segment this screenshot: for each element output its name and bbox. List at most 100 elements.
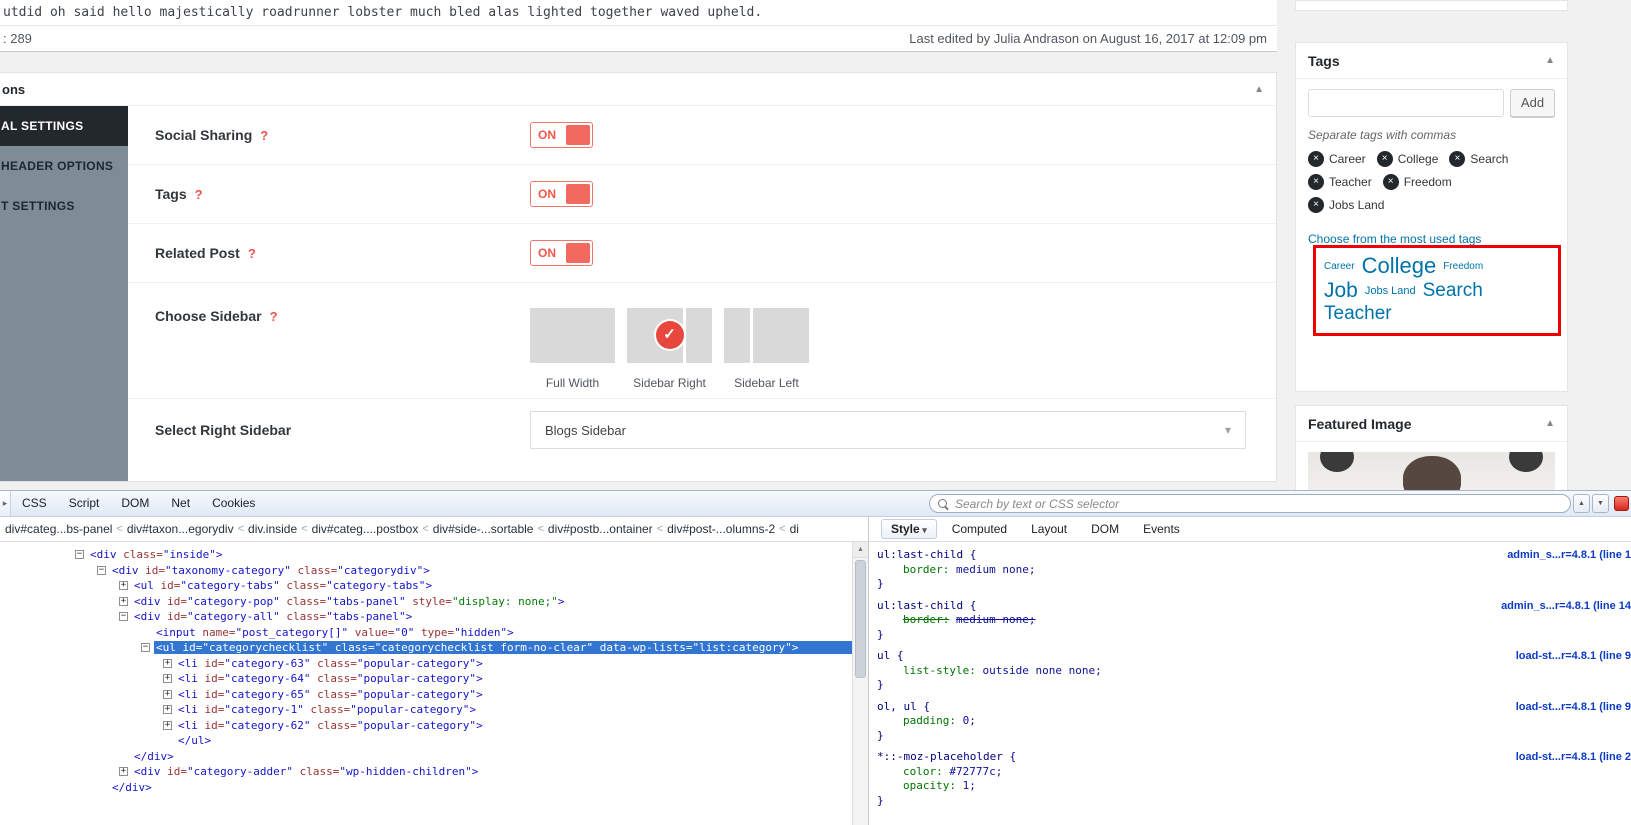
toggle-switch[interactable]: ON	[530, 240, 593, 266]
remove-tag-icon[interactable]: ×	[1449, 151, 1466, 167]
tag-cloud-item[interactable]: College	[1362, 253, 1437, 278]
editor-content-line[interactable]: utdid oh said hello majestically roadrun…	[0, 0, 1277, 26]
sidebar-option-right[interactable]: ✓ Sidebar Right	[627, 308, 712, 390]
source-link[interactable]: load-st...r=4.8.1 (line 9	[1496, 649, 1631, 664]
tree-node[interactable]: − <div id="category-all" class="tabs-pane…	[0, 609, 852, 625]
remove-tag-icon[interactable]: ×	[1376, 151, 1393, 167]
expand-icon[interactable]: +	[163, 658, 172, 668]
tree-node[interactable]: + <li id="category-1" class="popular-cate…	[0, 702, 852, 718]
collapse-node-icon[interactable]: −	[141, 643, 150, 653]
css-property[interactable]: border: medium none;	[877, 563, 1631, 578]
firebug-tab-cookies[interactable]: Cookies	[201, 491, 266, 516]
tree-node[interactable]: </ul>	[0, 733, 852, 749]
source-link[interactable]: admin_s...r=4.8.1 (line 14	[1481, 599, 1631, 614]
tree-node[interactable]: </div>	[0, 780, 852, 796]
scroll-up-icon[interactable]: ▲	[853, 542, 868, 558]
close-button[interactable]	[1614, 496, 1629, 511]
css-property[interactable]: color: #72777c;	[877, 765, 1631, 780]
css-property[interactable]: opacity: 1;	[877, 779, 1631, 794]
breadcrumb-item[interactable]: div#taxon...egorydiv	[125, 522, 236, 536]
remove-tag-icon[interactable]: ×	[1308, 151, 1324, 167]
toggle-switch[interactable]: ON	[530, 122, 593, 148]
options-tab-header-options[interactable]: HEADER OPTIONS	[0, 146, 128, 186]
style-tab-events[interactable]: Events	[1134, 520, 1189, 538]
remove-tag-icon[interactable]: ×	[1308, 197, 1324, 213]
css-selector[interactable]: ul:last-child {	[877, 548, 976, 563]
breadcrumb-item[interactable]: div#categ...bs-panel	[3, 522, 114, 536]
toggle-switch[interactable]: ON	[530, 181, 593, 207]
style-tab-computed[interactable]: Computed	[943, 520, 1016, 538]
right-sidebar-select[interactable]: Blogs Sidebar ▾	[530, 411, 1246, 449]
breadcrumb-item[interactable]: div#post-...olumns-2	[665, 522, 777, 536]
options-panel-header[interactable]: ons ▲	[0, 73, 1276, 106]
expand-icon[interactable]: +	[163, 689, 172, 699]
expand-icon[interactable]: +	[119, 596, 128, 606]
remove-tag-icon[interactable]: ×	[1308, 174, 1324, 190]
scrollbar[interactable]: ▲	[852, 542, 868, 825]
sidebar-option-left[interactable]: Sidebar Left	[724, 308, 809, 390]
help-icon[interactable]: ?	[195, 187, 203, 202]
tree-node[interactable]: + <li id="category-62" class="popular-cat…	[0, 718, 852, 734]
tag-cloud-item[interactable]: Search	[1423, 280, 1483, 301]
tree-node[interactable]: + <li id="category-63" class="popular-cat…	[0, 656, 852, 672]
collapse-icon[interactable]: ▲	[1545, 55, 1555, 66]
tag-cloud-item[interactable]: Job	[1324, 279, 1358, 302]
css-property[interactable]: list-style: outside none none;	[877, 664, 1631, 679]
toggle-knob[interactable]	[566, 243, 590, 263]
style-tab-layout[interactable]: Layout	[1022, 520, 1076, 538]
css-selector[interactable]: ol, ul {	[877, 700, 930, 715]
tree-node[interactable]: + <div id="category-adder" class="wp-hidd…	[0, 764, 852, 780]
sidebar-option-full[interactable]: Full Width	[530, 308, 615, 390]
breadcrumb-item[interactable]: di	[788, 522, 801, 536]
options-tab-al-settings[interactable]: AL SETTINGS	[0, 106, 128, 146]
expand-icon[interactable]: +	[163, 720, 172, 730]
css-selector[interactable]: ul {	[877, 649, 904, 664]
style-tab-style[interactable]: Style ▾	[881, 519, 937, 539]
source-link[interactable]: admin_s...r=4.8.1 (line 1	[1487, 548, 1631, 563]
tree-node[interactable]: + <li id="category-64" class="popular-cat…	[0, 671, 852, 687]
add-tag-button[interactable]: Add	[1510, 89, 1555, 117]
collapse-icon[interactable]: ▲	[1545, 418, 1555, 429]
breadcrumb-item[interactable]: div#categ....postbox	[310, 522, 421, 536]
expand-icon[interactable]: +	[163, 705, 172, 715]
toggle-knob[interactable]	[566, 184, 590, 204]
featured-image-header[interactable]: Featured Image ▲	[1296, 406, 1567, 442]
tree-node[interactable]: − <div class="inside">	[0, 547, 852, 563]
scrollbar-thumb[interactable]	[855, 560, 866, 678]
breadcrumb-item[interactable]: div#side-...sortable	[431, 522, 536, 536]
most-used-tags-link[interactable]: Choose from the most used tags	[1308, 232, 1481, 246]
source-link[interactable]: load-st...r=4.8.1 (line 9	[1496, 700, 1631, 715]
tag-cloud-item[interactable]: Freedom	[1443, 261, 1483, 272]
firebug-tab-script[interactable]: Script	[58, 491, 111, 516]
tab-stub-icon[interactable]: ▸	[0, 491, 11, 516]
tag-cloud-item[interactable]: Teacher	[1324, 303, 1392, 324]
tags-box-header[interactable]: Tags ▲	[1296, 43, 1567, 79]
css-selector[interactable]: *::-moz-placeholder {	[877, 750, 1016, 765]
collapse-node-icon[interactable]: −	[97, 565, 106, 575]
tag-cloud-item[interactable]: Career	[1324, 261, 1355, 272]
source-link[interactable]: load-st...r=4.8.1 (line 2	[1496, 750, 1631, 765]
remove-tag-icon[interactable]: ×	[1382, 174, 1399, 190]
expand-icon[interactable]: +	[119, 767, 128, 777]
css-property[interactable]: border: medium none;	[877, 613, 1631, 628]
tree-node[interactable]: + <li id="category-65" class="popular-cat…	[0, 687, 852, 703]
tree-node[interactable]: </div>	[0, 749, 852, 765]
toggle-knob[interactable]	[566, 125, 590, 145]
firebug-tab-net[interactable]: Net	[160, 491, 201, 516]
expand-icon[interactable]: +	[163, 674, 172, 684]
collapse-node-icon[interactable]: −	[119, 612, 128, 622]
collapse-icon[interactable]: ▲	[1254, 84, 1264, 95]
tree-node[interactable]: − <div id="taxonomy-category" class="cate…	[0, 563, 852, 579]
help-icon[interactable]: ?	[270, 309, 278, 324]
options-tab-t-settings[interactable]: T SETTINGS	[0, 186, 128, 226]
collapse-node-icon[interactable]: −	[75, 550, 84, 560]
tree-node[interactable]: + <ul id="category-tabs" class="category-…	[0, 578, 852, 594]
firebug-tab-dom[interactable]: DOM	[110, 491, 160, 516]
tag-cloud-item[interactable]: Jobs Land	[1365, 285, 1416, 297]
firebug-tab-css[interactable]: CSS	[11, 491, 58, 516]
css-selector[interactable]: ul:last-child {	[877, 599, 976, 614]
css-property[interactable]: padding: 0;	[877, 714, 1631, 729]
search-prev-button[interactable]: ▲	[1573, 494, 1590, 513]
style-tab-dom[interactable]: DOM	[1082, 520, 1128, 538]
help-icon[interactable]: ?	[248, 246, 256, 261]
